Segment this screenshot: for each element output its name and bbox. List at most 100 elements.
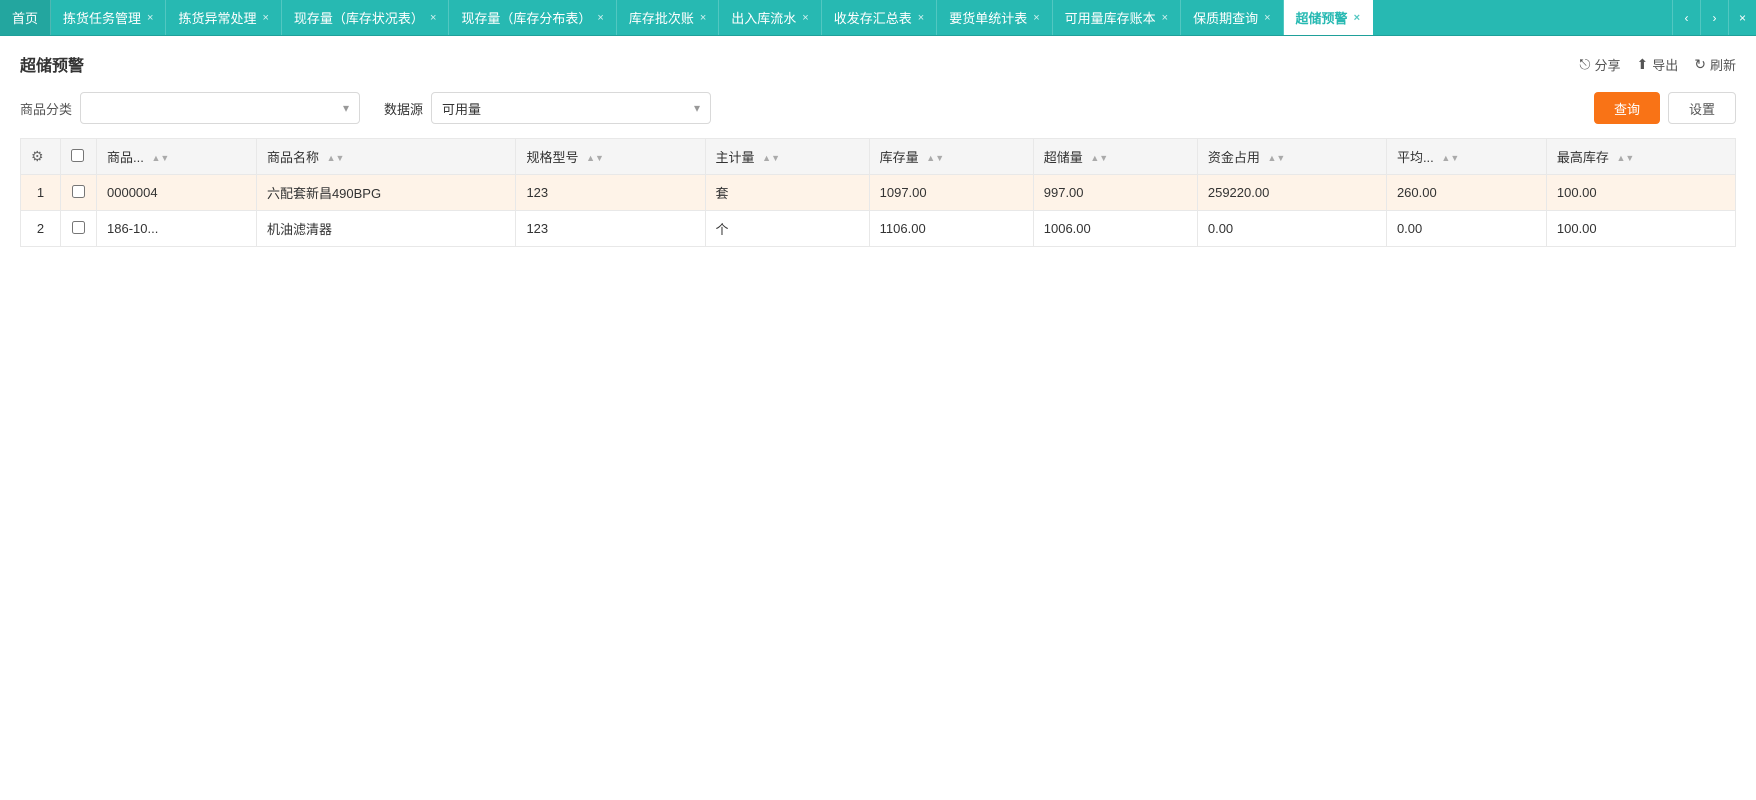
sort-arrows-icon[interactable]: ▲▼ — [1268, 154, 1286, 163]
nav-item-overstock[interactable]: 超储预警 × — [1284, 0, 1373, 36]
cell-unit: 套 — [705, 175, 869, 211]
cell-avg: 0.00 — [1386, 211, 1546, 247]
cell-avg: 260.00 — [1386, 175, 1546, 211]
close-icon[interactable]: × — [262, 12, 268, 24]
row-number: 1 — [21, 175, 61, 211]
refresh-icon: ↻ — [1694, 56, 1706, 73]
sort-arrows-icon[interactable]: ▲▼ — [1090, 154, 1108, 163]
sort-arrows-icon[interactable]: ▲▼ — [926, 154, 944, 163]
nav-item-home[interactable]: 首页 — [0, 0, 51, 36]
export-button[interactable]: ⬆ 导出 — [1637, 55, 1679, 74]
sort-arrows-icon[interactable]: ▲▼ — [327, 154, 345, 163]
table-row: 2 186-10... 机油滤清器 123 个 1106.00 1006.00 … — [21, 211, 1736, 247]
cell-max-stock: 100.00 — [1546, 175, 1735, 211]
category-select[interactable]: ▾ — [80, 92, 360, 124]
datasource-label: 数据源 — [384, 99, 423, 118]
close-icon[interactable]: × — [430, 12, 436, 24]
table-header-row: ⚙ 商品... ▲▼ 商品名称 ▲▼ 规格型号 ▲▼ 主计 — [21, 139, 1736, 175]
cell-capital: 259220.00 — [1197, 175, 1386, 211]
gear-icon[interactable]: ⚙ — [31, 148, 44, 164]
sort-arrows-icon[interactable]: ▲▼ — [151, 154, 169, 163]
header-actions: ⎋ 分享 ⬆ 导出 ↻ 刷新 — [1579, 55, 1736, 74]
cell-spec: 123 — [516, 211, 705, 247]
column-checkbox[interactable] — [61, 139, 97, 175]
column-avg[interactable]: 平均... ▲▼ — [1386, 139, 1546, 175]
table-body: 1 0000004 六配套新昌490BPG 123 套 1097.00 997.… — [21, 175, 1736, 247]
row-checkbox[interactable] — [72, 185, 85, 198]
nav-item-stock-dist[interactable]: 现存量（库存分布表） × — [449, 0, 616, 36]
filter-row: 商品分类 ▾ 数据源 可用量 ▾ 查询 设置 — [20, 92, 1736, 124]
datasource-select-value: 可用量 — [442, 99, 481, 118]
close-icon[interactable]: × — [802, 12, 808, 24]
column-unit[interactable]: 主计量 ▲▼ — [705, 139, 869, 175]
nav-item-shelf-life[interactable]: 保质期查询 × — [1181, 0, 1283, 36]
export-icon: ⬆ — [1637, 56, 1649, 73]
sort-arrows-icon[interactable]: ▲▼ — [1617, 154, 1635, 163]
column-product-name[interactable]: 商品名称 ▲▼ — [256, 139, 516, 175]
nav-item-order-stats[interactable]: 要货单统计表 × — [937, 0, 1052, 36]
page-content: 超储预警 ⎋ 分享 ⬆ 导出 ↻ 刷新 商品分类 ▾ 数据源 — [0, 36, 1756, 263]
column-max-stock[interactable]: 最高库存 ▲▼ — [1546, 139, 1735, 175]
row-checkbox-cell[interactable] — [61, 211, 97, 247]
datasource-filter-group: 数据源 可用量 ▾ — [384, 92, 711, 124]
cell-product-code: 186-10... — [97, 211, 257, 247]
close-icon[interactable]: × — [1264, 12, 1270, 24]
column-gear[interactable]: ⚙ — [21, 139, 61, 175]
datasource-label-text: 数据源 — [384, 102, 423, 117]
nav-item-flow[interactable]: 出入库流水 × — [719, 0, 821, 36]
close-icon[interactable]: × — [597, 12, 603, 24]
page-header: 超储预警 ⎋ 分享 ⬆ 导出 ↻ 刷新 — [20, 52, 1736, 76]
share-button[interactable]: ⎋ 分享 — [1579, 55, 1620, 74]
close-icon[interactable]: × — [1033, 12, 1039, 24]
cell-product-code: 0000004 — [97, 175, 257, 211]
page-title: 超储预警 — [20, 52, 84, 76]
column-over-stock[interactable]: 超储量 ▲▼ — [1033, 139, 1197, 175]
cell-capital: 0.00 — [1197, 211, 1386, 247]
cell-stock: 1106.00 — [869, 211, 1033, 247]
filter-actions: 查询 设置 — [1594, 92, 1736, 124]
close-icon[interactable]: × — [147, 12, 153, 24]
refresh-button[interactable]: ↻ 刷新 — [1694, 55, 1736, 74]
nav-item-summary[interactable]: 收发存汇总表 × — [822, 0, 937, 36]
cell-over-stock: 1006.00 — [1033, 211, 1197, 247]
cell-stock: 1097.00 — [869, 175, 1033, 211]
row-number: 2 — [21, 211, 61, 247]
cell-unit: 个 — [705, 211, 869, 247]
nav-item-stock-status[interactable]: 现存量（库存状况表） × — [282, 0, 449, 36]
nav-item-abnormal[interactable]: 拣货异常处理 × — [166, 0, 281, 36]
cell-product-name: 机油滤清器 — [256, 211, 516, 247]
cell-max-stock: 100.00 — [1546, 211, 1735, 247]
category-label: 商品分类 — [20, 99, 72, 118]
column-product-code[interactable]: 商品... ▲▼ — [97, 139, 257, 175]
data-table: ⚙ 商品... ▲▼ 商品名称 ▲▼ 规格型号 ▲▼ 主计 — [20, 138, 1736, 247]
nav-arrow-left[interactable]: ‹ — [1672, 0, 1700, 36]
close-icon[interactable]: × — [1354, 12, 1360, 24]
nav-arrow-right[interactable]: › — [1700, 0, 1728, 36]
sort-arrows-icon[interactable]: ▲▼ — [762, 154, 780, 163]
settings-button[interactable]: 设置 — [1668, 92, 1736, 124]
query-button[interactable]: 查询 — [1594, 92, 1660, 124]
datasource-select[interactable]: 可用量 ▾ — [431, 92, 711, 124]
nav-item-available-stock[interactable]: 可用量库存账本 × — [1053, 0, 1181, 36]
select-all-checkbox[interactable] — [71, 149, 84, 162]
nav-item-task-mgmt[interactable]: 拣货任务管理 × — [51, 0, 166, 36]
nav-arrows: ‹ › × — [1672, 0, 1756, 36]
close-icon[interactable]: × — [700, 12, 706, 24]
column-capital[interactable]: 资金占用 ▲▼ — [1197, 139, 1386, 175]
share-icon: ⎋ — [1579, 56, 1590, 73]
row-checkbox-cell[interactable] — [61, 175, 97, 211]
close-icon[interactable]: × — [1162, 12, 1168, 24]
category-filter-group: 商品分类 ▾ — [20, 92, 360, 124]
sort-arrows-icon[interactable]: ▲▼ — [586, 154, 604, 163]
top-navigation: 首页 拣货任务管理 × 拣货异常处理 × 现存量（库存状况表） × 现存量（库存… — [0, 0, 1756, 36]
row-checkbox[interactable] — [72, 221, 85, 234]
column-spec[interactable]: 规格型号 ▲▼ — [516, 139, 705, 175]
cell-product-name: 六配套新昌490BPG — [256, 175, 516, 211]
table-row: 1 0000004 六配套新昌490BPG 123 套 1097.00 997.… — [21, 175, 1736, 211]
sort-arrows-icon[interactable]: ▲▼ — [1441, 154, 1459, 163]
nav-arrow-more[interactable]: × — [1728, 0, 1756, 36]
close-icon[interactable]: × — [918, 12, 924, 24]
column-stock[interactable]: 库存量 ▲▼ — [869, 139, 1033, 175]
chevron-down-icon: ▾ — [343, 101, 349, 115]
nav-item-batch[interactable]: 库存批次账 × — [617, 0, 719, 36]
